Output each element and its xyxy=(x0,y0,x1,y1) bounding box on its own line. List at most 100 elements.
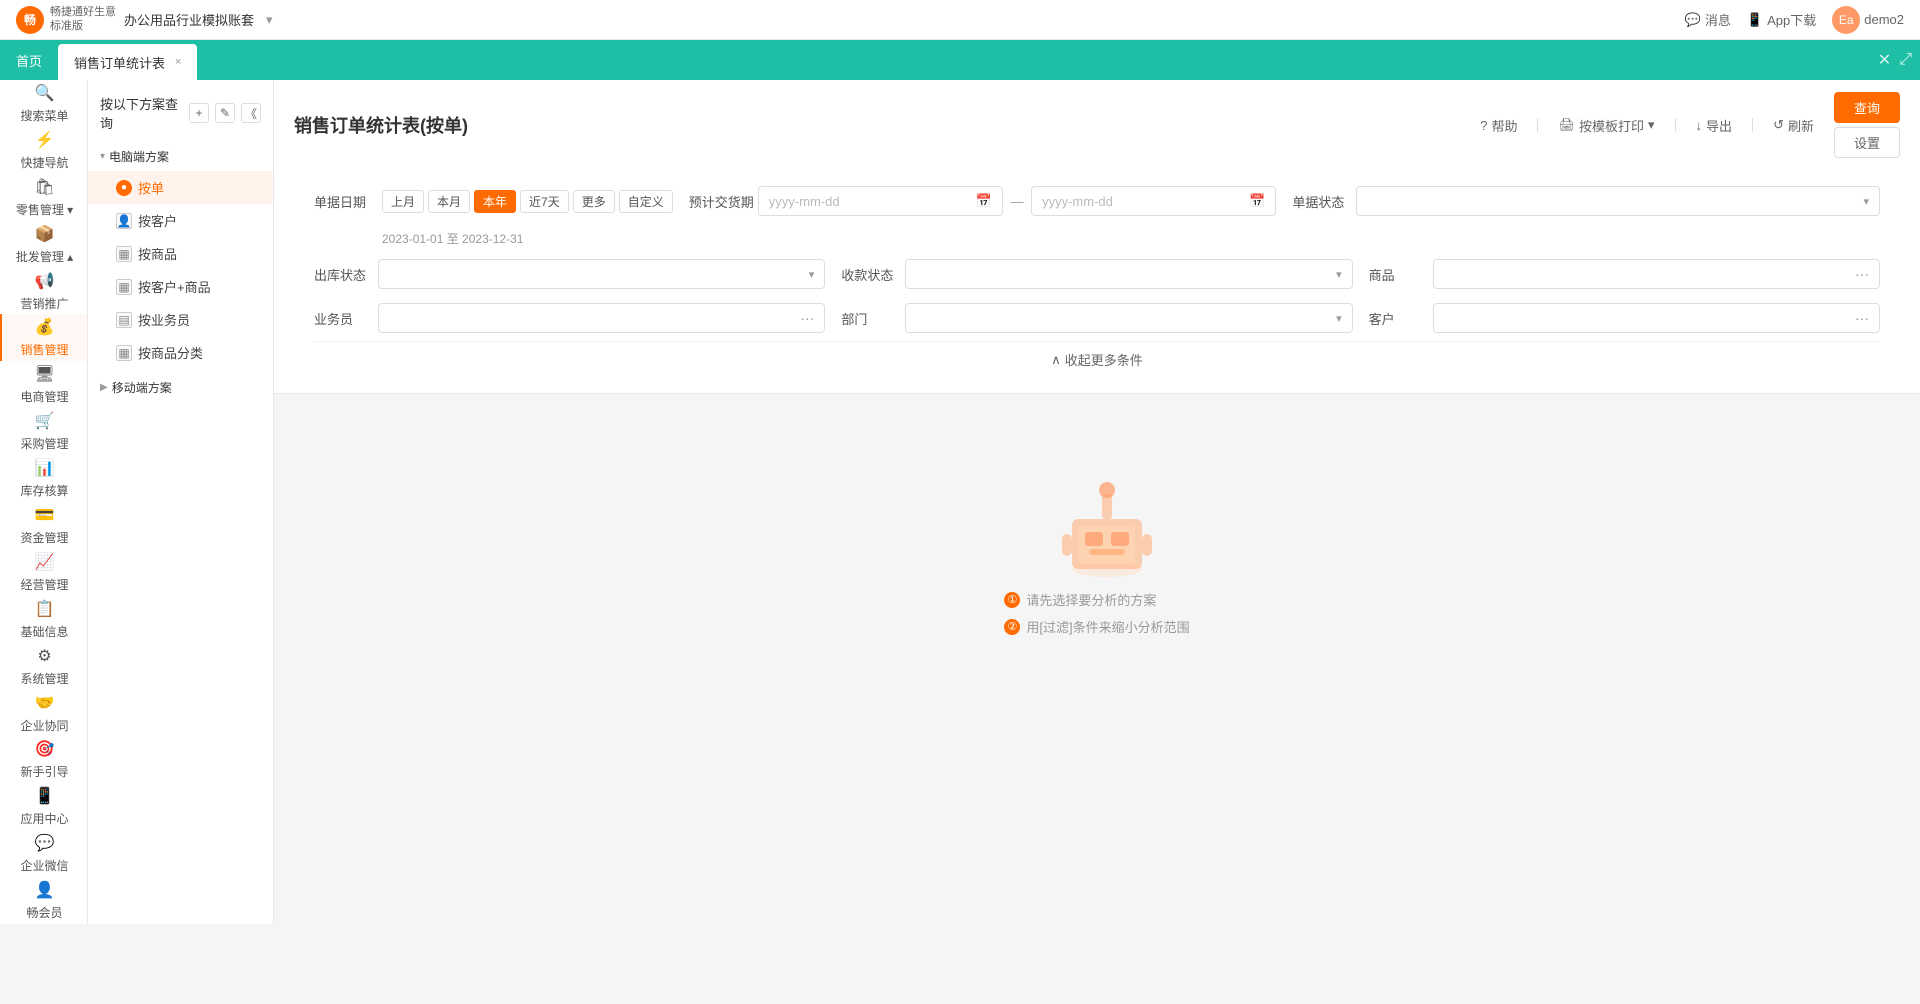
expected-date-group: 预计交货期 yyyy-mm-dd 📅 — yyyy-mm-dd 📅 xyxy=(689,186,1277,216)
sidebar-item-ecommerce[interactable]: 🖥 电商管理 xyxy=(0,361,87,408)
collapse-arrow-icon: ∧ xyxy=(1051,352,1061,368)
department-select[interactable]: ▾ xyxy=(905,303,1352,333)
message-btn[interactable]: 💬 消息 xyxy=(1685,10,1731,29)
sidebar-item-inventory[interactable]: 📊 库存核算 xyxy=(0,455,87,502)
system-icon: ⚙ xyxy=(37,646,51,666)
filter-area: 单据日期 上月 本月 本年 近7天 更多 自定义 xyxy=(294,170,1900,393)
settings-btn[interactable]: 设置 xyxy=(1834,127,1900,158)
expected-date-end[interactable]: yyyy-mm-dd 📅 xyxy=(1031,186,1276,216)
empty-state: ① 请先选择要分析的方案 ② 用[过滤]条件来缩小分析范围 xyxy=(274,394,1920,716)
sidebar-item-marketing[interactable]: 📢 营销推广 xyxy=(0,268,87,315)
salesperson-dots-icon[interactable]: ··· xyxy=(800,310,814,326)
salesperson-label: 业务员 xyxy=(314,309,374,328)
sidebar-item-basic[interactable]: 📋 基础信息 xyxy=(0,596,87,643)
sidebar-item-search-menu[interactable]: 🔍 搜索菜单 xyxy=(0,80,87,127)
collapse-filters-btn[interactable]: ∧ 收起更多条件 xyxy=(314,341,1880,377)
scheme-group-mobile-title[interactable]: ▶ 移动端方案 xyxy=(88,373,273,402)
sidebar-item-system[interactable]: ⚙ 系统管理 xyxy=(0,643,87,690)
scheme-item-按客户商品[interactable]: ▦ 按客户+商品 xyxy=(88,270,273,303)
scheme-group-pc-title[interactable]: ▾ 电脑端方案 xyxy=(88,142,273,171)
wholesale-icon: 📦 xyxy=(35,224,55,244)
status-label: 单据状态 xyxy=(1292,192,1352,211)
enterprise-wechat-icon: 💬 xyxy=(35,833,55,853)
avatar: Ea xyxy=(1832,6,1860,34)
date-this-month-btn[interactable]: 本月 xyxy=(428,190,470,213)
sidebar-item-sales[interactable]: 💰 销售管理 xyxy=(0,314,87,361)
scheme-group-pc: ▾ 电脑端方案 ● 按单 👤 按客户 ▦ 按商品 ▦ 按客户+商品 xyxy=(88,142,273,369)
goods-dots-icon[interactable]: ··· xyxy=(1855,266,1869,282)
tab-home[interactable]: 首页 xyxy=(0,40,58,80)
export-btn[interactable]: ↓ 导出 xyxy=(1688,112,1741,139)
group-arrow-right-icon: ▶ xyxy=(100,382,108,393)
group-arrow-down-icon: ▾ xyxy=(100,151,105,162)
scheme-item-按业务员[interactable]: ▤ 按业务员 xyxy=(88,303,273,336)
scheme-item-按单[interactable]: ● 按单 xyxy=(88,171,273,204)
expected-date-start[interactable]: yyyy-mm-dd 📅 xyxy=(758,186,1003,216)
inventory-icon: 📊 xyxy=(35,458,55,478)
date-this-year-btn[interactable]: 本年 xyxy=(474,190,516,213)
shipment-filter: 出库状态 ▾ xyxy=(314,259,825,289)
add-scheme-btn[interactable]: + xyxy=(189,103,209,123)
help-btn[interactable]: ? 帮助 xyxy=(1472,112,1525,139)
left-panel-title: 按以下方案查询 xyxy=(100,94,183,132)
status-select[interactable]: ▾ xyxy=(1356,186,1880,216)
top-header: 畅 畅捷通好生意 标准版 办公用品行业模拟账套 ▾ 💬 消息 📱 App下载 E… xyxy=(0,0,1920,40)
query-btn[interactable]: 查询 xyxy=(1834,92,1900,123)
user-area[interactable]: Ea demo2 xyxy=(1832,6,1904,34)
date-label: 单据日期 xyxy=(314,192,374,211)
customer-select[interactable]: ··· xyxy=(1433,303,1880,333)
tab-sales-order[interactable]: 销售订单统计表 × xyxy=(58,44,197,80)
lightning-icon: ⚡ xyxy=(35,130,55,150)
shipment-label: 出库状态 xyxy=(314,265,374,284)
date-last7-btn[interactable]: 近7天 xyxy=(520,190,569,213)
sidebar-item-app-center[interactable]: 📱 应用中心 xyxy=(0,783,87,830)
collapse-panel-btn[interactable]: 《 xyxy=(241,103,261,123)
page-title-row: 销售订单统计表(按单) ? 帮助 🖨 按模板打印 ▾ xyxy=(294,92,1900,158)
sidebar-item-enterprise[interactable]: 🤝 企业协同 xyxy=(0,690,87,737)
marketing-icon: 📢 xyxy=(35,271,55,291)
edit-scheme-btn[interactable]: ✎ xyxy=(215,103,235,123)
scheme-item-按商品[interactable]: ▦ 按商品 xyxy=(88,237,273,270)
scheme-item-按商品分类[interactable]: ▦ 按商品分类 xyxy=(88,336,273,369)
scheme-bar-icon: ▤ xyxy=(116,312,132,328)
export-icon: ↓ xyxy=(1696,118,1703,133)
tab-close-icon[interactable]: × xyxy=(175,56,181,68)
scheme-grid-plus-icon: ▦ xyxy=(116,279,132,295)
app-title-dropdown[interactable]: ▾ xyxy=(266,12,273,28)
sidebar-item-enterprise-wechat[interactable]: 💬 企业微信 xyxy=(0,830,87,877)
header-left: 畅 畅捷通好生意 标准版 办公用品行业模拟账套 ▾ xyxy=(16,6,273,34)
refresh-icon: ↺ xyxy=(1773,117,1784,133)
sidebar-item-retail[interactable]: 🛍 零售管理 ▾ xyxy=(0,174,87,221)
date-more-btn[interactable]: 更多 xyxy=(573,190,615,213)
tab-expand-icon[interactable]: ⤢ xyxy=(1899,51,1912,69)
content-area: 按以下方案查询 + ✎ 《 ▾ 电脑端方案 xyxy=(88,80,1920,924)
refresh-btn[interactable]: ↺ 刷新 xyxy=(1765,112,1822,139)
app-download-btn[interactable]: 📱 App下载 xyxy=(1747,10,1816,29)
sidebar-item-quick-nav[interactable]: ⚡ 快捷导航 xyxy=(0,127,87,174)
sidebar-item-wholesale[interactable]: 📦 批发管理 ▴ xyxy=(0,221,87,268)
sidebar-item-finance[interactable]: 💳 资金管理 xyxy=(0,502,87,549)
payment-label: 收款状态 xyxy=(841,265,901,284)
sidebar-item-operations[interactable]: 📈 经营管理 xyxy=(0,549,87,596)
date-filter-group: 单据日期 上月 本月 本年 近7天 更多 自定义 xyxy=(314,190,673,213)
sidebar-item-newbie[interactable]: 🎯 新手引导 xyxy=(0,736,87,783)
left-panel-actions: + ✎ 《 xyxy=(189,103,261,123)
print-btn[interactable]: 🖨 按模板打印 ▾ xyxy=(1550,112,1662,139)
tab-close-window-icon[interactable]: ✕ xyxy=(1878,50,1891,70)
goods-select[interactable]: ··· xyxy=(1433,259,1880,289)
help-icon: ? xyxy=(1480,118,1487,133)
newbie-icon: 🎯 xyxy=(35,739,55,759)
ecommerce-icon: 🖥 xyxy=(34,364,54,384)
payment-select[interactable]: ▾ xyxy=(905,259,1352,289)
date-custom-btn[interactable]: 自定义 xyxy=(619,190,673,213)
salesperson-select[interactable]: ··· xyxy=(378,303,825,333)
shipment-select[interactable]: ▾ xyxy=(378,259,825,289)
sidebar-item-purchase[interactable]: 🛒 采购管理 xyxy=(0,408,87,455)
sidebar-item-member[interactable]: 👤 畅会员 xyxy=(0,877,87,924)
search-icon: 🔍 xyxy=(35,83,55,103)
customer-dots-icon[interactable]: ··· xyxy=(1855,310,1869,326)
scheme-item-按客户[interactable]: 👤 按客户 xyxy=(88,204,273,237)
date-last-month-btn[interactable]: 上月 xyxy=(382,190,424,213)
sales-icon: 💰 xyxy=(35,317,55,337)
empty-svg xyxy=(1047,474,1167,584)
